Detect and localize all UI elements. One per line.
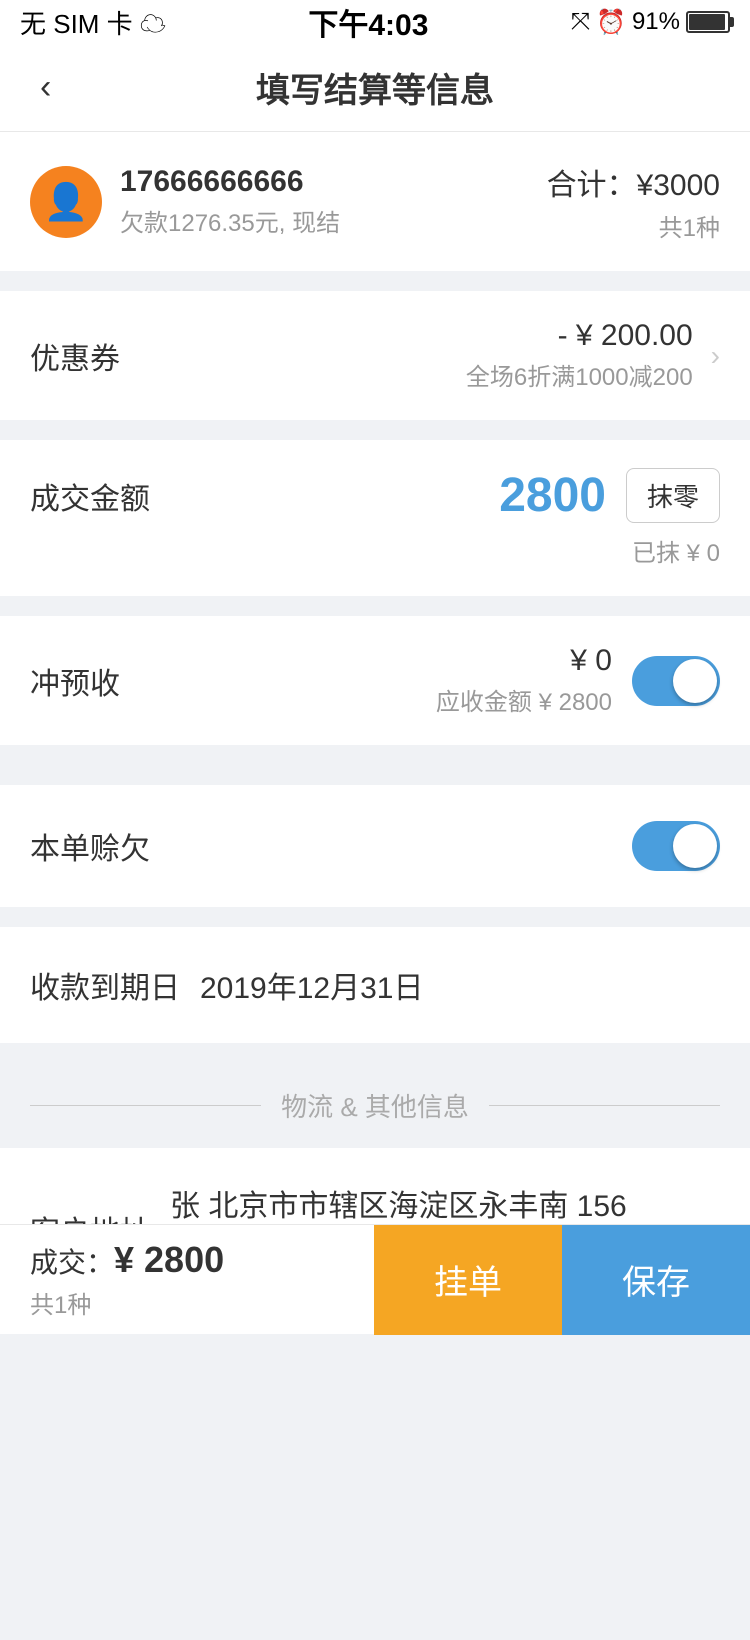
battery-text: 91% — [632, 8, 680, 36]
prepay-row: 冲预收 ¥ 0 应收金额 ¥ 2800 — [0, 616, 750, 745]
debt-order-toggle[interactable] — [632, 821, 720, 871]
save-button[interactable]: 保存 — [562, 1225, 750, 1335]
status-time: 下午4:03 — [308, 0, 428, 44]
divider-line-left — [30, 1105, 261, 1106]
prepay-sub: 应收金额 ¥ 2800 — [436, 682, 612, 717]
prepay-label: 冲预收 — [30, 659, 120, 703]
due-row: 收款到期日 2019年12月31日 — [30, 963, 720, 1007]
status-bar: 无 SIM 卡 ☁ 下午4:03 ⤧ ⏰ 91% — [0, 0, 750, 44]
bottom-bar: 成交：¥ 2800 共1种 挂单 保存 — [0, 1224, 750, 1334]
page-title: 填写结算等信息 — [256, 63, 494, 112]
prepay-amounts: ¥ 0 应收金额 ¥ 2800 — [436, 644, 612, 717]
alarm-icon: ⏰ — [596, 8, 626, 37]
coupon-row[interactable]: 优惠券 - ¥ 200.00 全场6折满1000减200 › — [0, 291, 750, 420]
deal-amount: 2800 — [499, 468, 606, 523]
avatar: 👤 — [30, 166, 102, 238]
coupon-label: 优惠券 — [30, 334, 120, 378]
nav-bar: ‹ 填写结算等信息 — [0, 44, 750, 132]
bottom-summary: 成交：¥ 2800 共1种 — [0, 1239, 374, 1320]
prepay-toggle[interactable] — [632, 656, 720, 706]
prepay-toggle-knob — [673, 659, 717, 703]
debt-order-label: 本单赊欠 — [30, 824, 150, 868]
deal-label: 成交金额 — [30, 474, 150, 518]
bottom-padding — [0, 1530, 750, 1640]
divider-line-right — [489, 1105, 720, 1106]
coupon-amount: - ¥ 200.00 — [466, 319, 693, 353]
hold-order-button[interactable]: 挂单 — [374, 1225, 562, 1335]
coupon-amount-block: - ¥ 200.00 全场6折满1000减200 — [466, 319, 693, 392]
sim-label: 无 SIM 卡 ☁ — [20, 4, 166, 41]
coupon-right: - ¥ 200.00 全场6折满1000减200 › — [466, 319, 720, 392]
status-right: ⤧ ⏰ 91% — [571, 8, 730, 37]
coupon-chevron-icon: › — [711, 340, 720, 372]
prepay-card: 冲预收 ¥ 0 应收金额 ¥ 2800 — [0, 616, 750, 745]
prepay-amount: ¥ 0 — [436, 644, 612, 678]
user-info-card: 👤 17666666666 欠款1276.35元, 现结 合计：¥3000 共1… — [0, 132, 750, 271]
total-amount: 合计：¥3000 — [547, 160, 720, 204]
user-debt: 欠款1276.35元, 现结 — [120, 203, 340, 238]
due-date-label: 收款到期日 — [30, 963, 180, 1007]
bottom-deal-label: 成交：¥ 2800 — [30, 1239, 344, 1281]
user-left: 👤 17666666666 欠款1276.35元, 现结 — [30, 165, 340, 238]
debt-order-toggle-knob — [673, 824, 717, 868]
user-totals: 合计：¥3000 共1种 — [547, 160, 720, 243]
due-date-section: 收款到期日 2019年12月31日 — [0, 927, 750, 1043]
content-area: 👤 17666666666 欠款1276.35元, 现结 合计：¥3000 共1… — [0, 132, 750, 1640]
separator-1 — [0, 765, 750, 785]
location-icon: ⤧ — [571, 8, 590, 36]
coupon-desc: 全场6折满1000减200 — [466, 357, 693, 392]
deal-section: 成交金额 2800 抹零 已抹 ¥ 0 — [0, 440, 750, 596]
total-count: 共1种 — [547, 208, 720, 243]
bottom-count: 共1种 — [30, 1285, 344, 1320]
debt-order-section: 本单赊欠 — [0, 785, 750, 907]
avatar-icon: 👤 — [44, 181, 89, 223]
deal-sub: 已抹 ¥ 0 — [30, 533, 720, 568]
user-phone: 17666666666 — [120, 165, 340, 199]
due-date-value: 2019年12月31日 — [200, 963, 423, 1007]
user-info-text: 17666666666 欠款1276.35元, 现结 — [120, 165, 340, 238]
logistics-divider: 物流 & 其他信息 — [0, 1063, 750, 1148]
empty-space — [0, 1330, 750, 1530]
deal-amount-block: 2800 抹零 — [499, 468, 720, 523]
round-zero-button[interactable]: 抹零 — [626, 468, 720, 523]
back-button[interactable]: ‹ — [30, 58, 61, 117]
prepay-right-block: ¥ 0 应收金额 ¥ 2800 — [436, 644, 720, 717]
bottom-deal-amount: ¥ 2800 — [114, 1239, 224, 1280]
bottom-deal-prefix: 成交： — [30, 1247, 114, 1278]
battery-icon — [686, 11, 730, 33]
status-left: 无 SIM 卡 ☁ — [20, 4, 166, 41]
logistics-label: 物流 & 其他信息 — [281, 1087, 469, 1124]
deal-row: 成交金额 2800 抹零 — [30, 468, 720, 523]
